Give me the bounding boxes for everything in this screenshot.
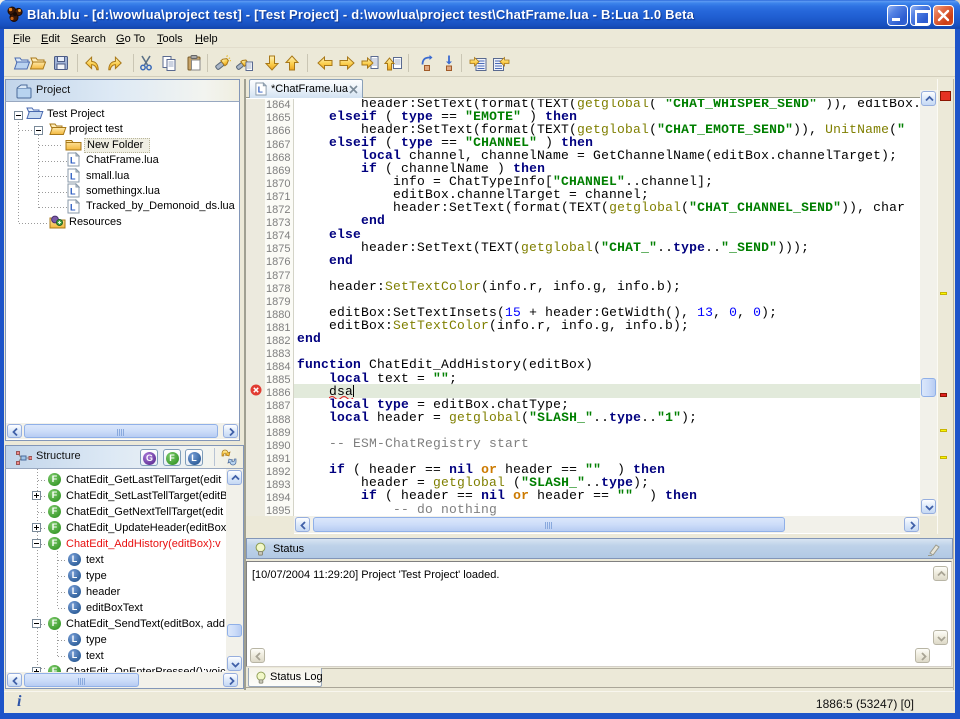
svg-text:L: L [70,172,76,182]
svg-text:L: L [70,156,76,166]
svg-text:L: L [258,85,263,95]
svg-text:L: L [70,187,76,197]
svg-text:L: L [70,203,76,213]
